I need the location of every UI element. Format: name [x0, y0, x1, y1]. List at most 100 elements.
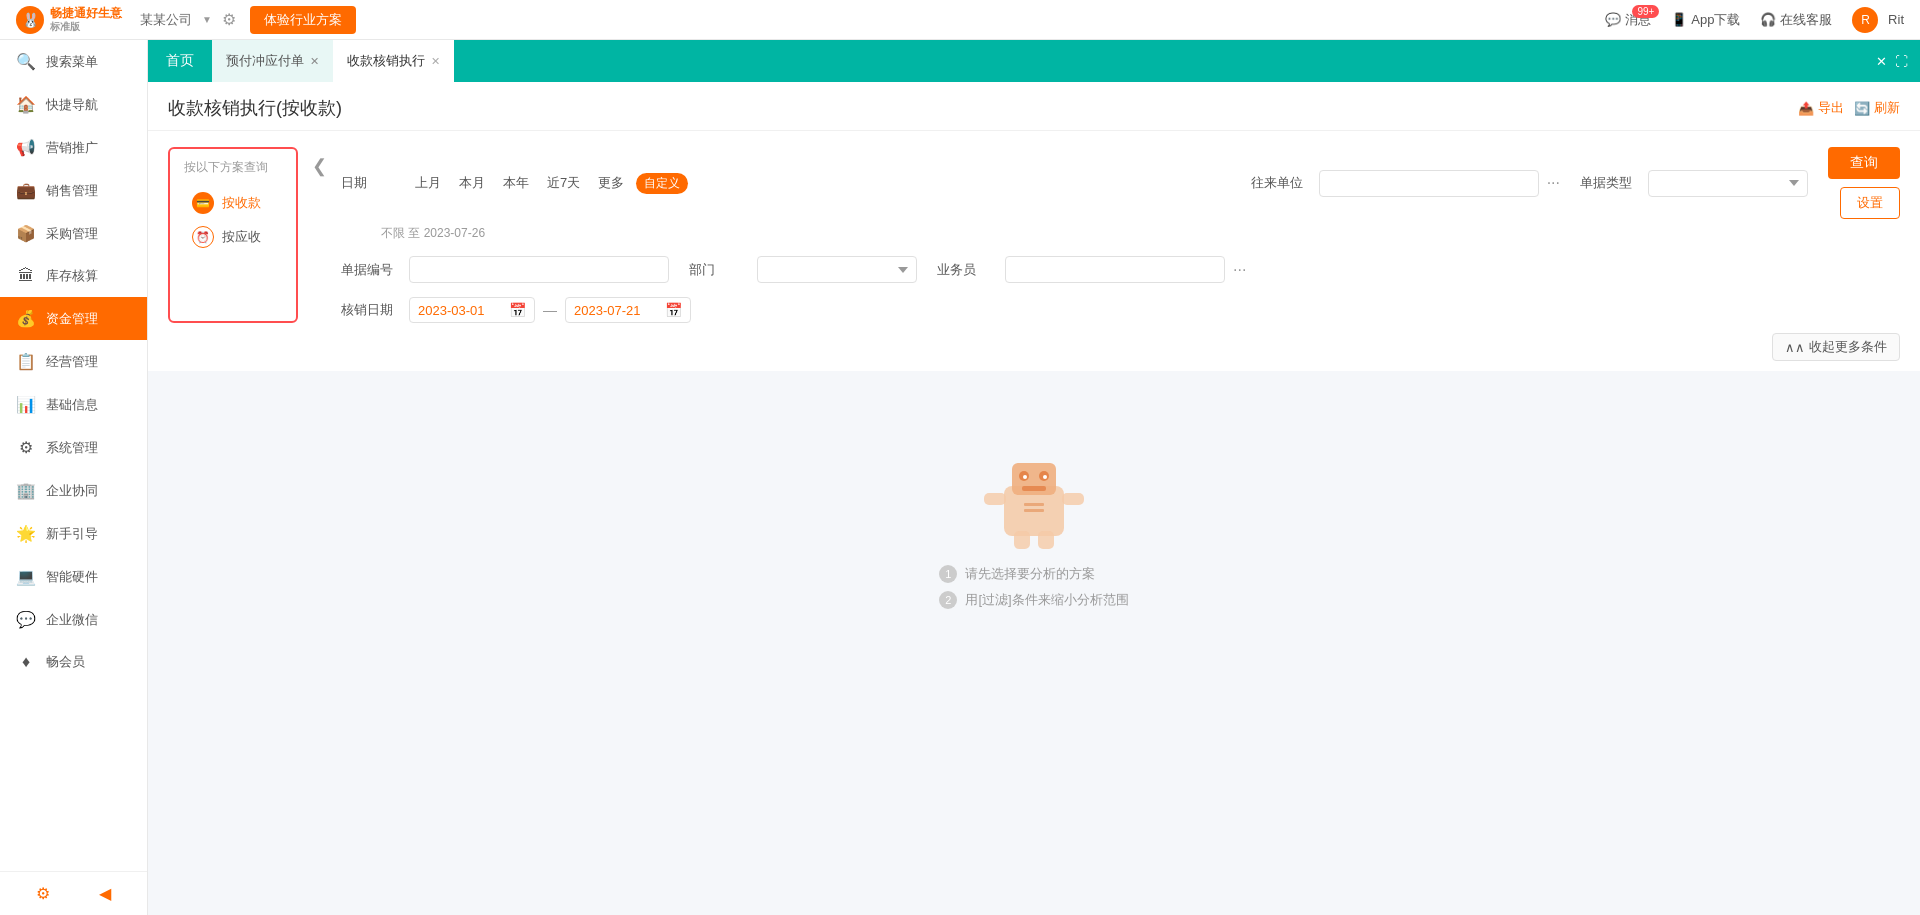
capital-icon: 💰	[16, 309, 36, 328]
empty-illustration	[974, 451, 1094, 551]
sidebar: 🔍 搜索菜单 🏠 快捷导航 📢 营销推广 💼 销售管理 📦 采购管理 🏛 库存核…	[0, 40, 148, 915]
writeoff-end-input[interactable]	[574, 303, 659, 318]
receipt-label: 按收款	[222, 194, 261, 212]
query-type-by-receivable[interactable]: ⏰ 按应收	[184, 220, 282, 254]
settings-button[interactable]: 设置	[1840, 187, 1900, 219]
counterparty-input[interactable]	[1319, 170, 1539, 197]
tab-prepay[interactable]: 预付冲应付单 ✕	[212, 40, 333, 82]
sidebar-item-guide[interactable]: 🌟 新手引导	[0, 512, 147, 555]
message-button[interactable]: 💬 消息 99+	[1605, 11, 1651, 29]
filter-action-btns: 查询 设置	[1828, 147, 1900, 219]
sidebar-settings-icon[interactable]: ⚙	[36, 884, 50, 903]
sidebar-item-marketing[interactable]: 📢 营销推广	[0, 126, 147, 169]
sidebar-item-system[interactable]: ⚙ 系统管理	[0, 426, 147, 469]
export-icon: 📤	[1798, 101, 1814, 116]
tab-writeoff[interactable]: 收款核销执行 ✕	[333, 40, 454, 82]
user-info[interactable]: R Rit	[1852, 7, 1904, 33]
tab-writeoff-close-icon[interactable]: ✕	[431, 55, 440, 68]
member-icon: ♦	[16, 653, 36, 671]
sidebar-label-search: 搜索菜单	[46, 53, 98, 71]
sidebar-item-hardware[interactable]: 💻 智能硬件	[0, 555, 147, 598]
sidebar-collapse-icon[interactable]: ◀	[99, 884, 111, 903]
sidebar-label-hardware: 智能硬件	[46, 568, 98, 586]
sidebar-item-search[interactable]: 🔍 搜索菜单	[0, 40, 147, 83]
dropdown-arrow-icon[interactable]: ▼	[202, 14, 212, 25]
collapse-more-label: 收起更多条件	[1809, 338, 1887, 356]
tab-prepay-close-icon[interactable]: ✕	[310, 55, 319, 68]
writeoff-end-calendar-icon[interactable]: 📅	[665, 302, 682, 318]
sidebar-item-basic-info[interactable]: 📊 基础信息	[0, 383, 147, 426]
collapse-more-button[interactable]: ∧∧ 收起更多条件	[1772, 333, 1900, 361]
sidebar-item-purchase[interactable]: 📦 采购管理	[0, 212, 147, 255]
sidebar-label-guide: 新手引导	[46, 525, 98, 543]
content-area: 首页 预付冲应付单 ✕ 收款核销执行 ✕ ✕ ⛶ 收款核销执行(按收款)	[148, 40, 1920, 915]
writeoff-start-input[interactable]	[418, 303, 503, 318]
wechat-icon: 💬	[16, 610, 36, 629]
sidebar-label-member: 畅会员	[46, 653, 85, 671]
dept-select[interactable]	[757, 256, 917, 283]
date-7days[interactable]: 近7天	[541, 172, 586, 194]
sidebar-item-operation[interactable]: 📋 经营管理	[0, 340, 147, 383]
date-more[interactable]: 更多	[592, 172, 630, 194]
receivable-icon: ⏰	[192, 226, 214, 248]
basic-info-icon: 📊	[16, 395, 36, 414]
filter-area: 按以下方案查询 💳 按收款 ⏰ 按应收 ❮	[148, 131, 1920, 371]
filter-row-3: 核销日期 📅 — 📅	[341, 297, 1900, 323]
staff-label: 业务员	[937, 261, 997, 279]
hint-num-2: 2	[939, 591, 957, 609]
page-header: 收款核销执行(按收款) 📤 导出 🔄 刷新	[148, 82, 1920, 131]
online-service-button[interactable]: 🎧 在线客服	[1760, 11, 1832, 29]
close-window-icon[interactable]: ✕	[1876, 54, 1887, 69]
hint-num-1: 1	[939, 565, 957, 583]
logo-icon: 🐰	[16, 6, 44, 34]
sidebar-item-wechat[interactable]: 💬 企业微信	[0, 598, 147, 641]
sidebar-item-capital[interactable]: 💰 资金管理	[0, 297, 147, 340]
sidebar-bottom: ⚙ ◀	[0, 871, 147, 915]
svg-rect-11	[1024, 503, 1044, 506]
collapse-handle[interactable]: ❮	[312, 147, 327, 323]
query-type-by-receipt[interactable]: 💳 按收款	[184, 186, 282, 220]
receivable-label: 按应收	[222, 228, 261, 246]
sidebar-item-sales[interactable]: 💼 销售管理	[0, 169, 147, 212]
writeoff-end-wrap: 📅	[565, 297, 691, 323]
empty-state: 1 请先选择要分析的方案 2 用[过滤]条件来缩小分析范围	[148, 371, 1920, 689]
service-icon: 🎧	[1760, 12, 1776, 27]
sidebar-item-cooperation[interactable]: 🏢 企业协同	[0, 469, 147, 512]
date-this-month[interactable]: 本月	[453, 172, 491, 194]
refresh-button[interactable]: 🔄 刷新	[1854, 99, 1900, 117]
main-layout: 🔍 搜索菜单 🏠 快捷导航 📢 营销推广 💼 销售管理 📦 采购管理 🏛 库存核…	[0, 40, 1920, 915]
app-name: 畅捷通好生意	[50, 6, 122, 20]
writeoff-start-calendar-icon[interactable]: 📅	[509, 302, 526, 318]
sidebar-item-stock[interactable]: 🏛 库存核算	[0, 255, 147, 297]
staff-input[interactable]	[1005, 256, 1225, 283]
doc-no-input[interactable]	[409, 256, 669, 283]
filter-main-row: 按以下方案查询 💳 按收款 ⏰ 按应收 ❮	[168, 147, 1900, 323]
tab-home[interactable]: 首页	[148, 40, 212, 82]
sidebar-label-sales: 销售管理	[46, 182, 98, 200]
staff-dots-icon[interactable]: ···	[1233, 261, 1246, 279]
sidebar-item-quick-nav[interactable]: 🏠 快捷导航	[0, 83, 147, 126]
filter-staff: 业务员 ···	[937, 256, 1246, 283]
query-button[interactable]: 查询	[1828, 147, 1900, 179]
top-bar: 🐰 畅捷通好生意 标准版 某某公司 ▼ ⚙ 体验行业方案 💬 消息 99+ 📱 …	[0, 0, 1920, 40]
app-logo: 🐰 畅捷通好生意 标准版	[16, 6, 122, 34]
filter-doc-type: 单据类型	[1580, 170, 1808, 197]
doc-type-select[interactable]	[1648, 170, 1808, 197]
counterparty-dots-icon[interactable]: ···	[1547, 174, 1560, 192]
collapse-left-icon[interactable]: ❮	[312, 155, 327, 177]
date-this-year[interactable]: 本年	[497, 172, 535, 194]
date-prev-month[interactable]: 上月	[409, 172, 447, 194]
date-custom[interactable]: 自定义	[636, 173, 688, 194]
stock-icon: 🏛	[16, 267, 36, 285]
sidebar-label-operation: 经营管理	[46, 353, 98, 371]
sidebar-item-member[interactable]: ♦ 畅会员	[0, 641, 147, 683]
settings-gear-icon[interactable]: ⚙	[222, 10, 236, 29]
app-download-button[interactable]: 📱 App下载	[1671, 11, 1740, 29]
marketing-icon: 📢	[16, 138, 36, 157]
export-button[interactable]: 📤 导出	[1798, 99, 1844, 117]
sales-icon: 💼	[16, 181, 36, 200]
receipt-icon: 💳	[192, 192, 214, 214]
collapse-more-icon: ∧∧	[1785, 340, 1805, 355]
expand-window-icon[interactable]: ⛶	[1895, 54, 1908, 69]
solution-button[interactable]: 体验行业方案	[250, 6, 356, 34]
